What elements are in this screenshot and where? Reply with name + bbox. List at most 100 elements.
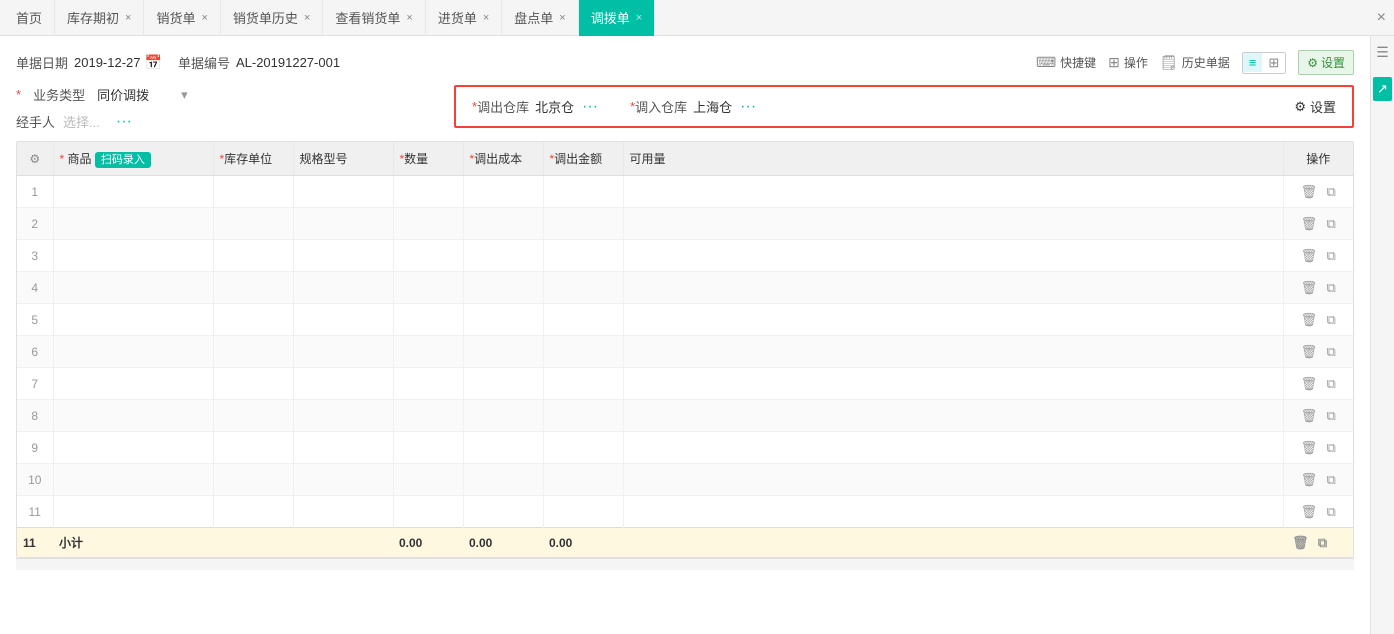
row-amount-8[interactable] <box>543 400 623 432</box>
delete-icon-8[interactable]: 🗑 <box>1301 408 1318 423</box>
row-spec-5[interactable] <box>293 304 393 336</box>
window-close-icon[interactable]: × <box>1377 9 1386 27</box>
footer-delete-icon[interactable]: 🗑 <box>1292 535 1309 550</box>
operation-btn[interactable]: ⊞ 操作 <box>1108 54 1148 71</box>
row-amount-6[interactable] <box>543 336 623 368</box>
settings-button[interactable]: ⚙ 设置 <box>1298 50 1354 75</box>
tab-view-sales-close[interactable]: × <box>406 12 412 24</box>
row-cost-11[interactable] <box>463 496 543 528</box>
delete-icon-3[interactable]: 🗑 <box>1301 248 1318 263</box>
delete-icon-2[interactable]: 🗑 <box>1301 216 1318 231</box>
row-qty-8[interactable] <box>393 400 463 432</box>
tab-purchase[interactable]: 进货单 × <box>426 0 502 36</box>
row-spec-8[interactable] <box>293 400 393 432</box>
row-cost-7[interactable] <box>463 368 543 400</box>
row-qty-10[interactable] <box>393 464 463 496</box>
copy-icon-8[interactable]: ⧉ <box>1327 408 1336 423</box>
copy-icon-6[interactable]: ⧉ <box>1327 344 1336 359</box>
side-list-icon[interactable]: ☰ <box>1376 44 1389 61</box>
row-amount-9[interactable] <box>543 432 623 464</box>
copy-icon-4[interactable]: ⧉ <box>1327 280 1336 295</box>
row-amount-11[interactable] <box>543 496 623 528</box>
row-unit-8[interactable] <box>213 400 293 432</box>
row-spec-6[interactable] <box>293 336 393 368</box>
scan-btn[interactable]: 扫码录入 <box>95 152 151 168</box>
tab-sales-history[interactable]: 销货单历史 × <box>221 0 323 36</box>
delete-icon-11[interactable]: 🗑 <box>1301 504 1318 519</box>
person-more-btn[interactable]: ··· <box>116 113 132 131</box>
row-spec-3[interactable] <box>293 240 393 272</box>
row-qty-3[interactable] <box>393 240 463 272</box>
row-cost-4[interactable] <box>463 272 543 304</box>
delete-icon-9[interactable]: 🗑 <box>1301 440 1318 455</box>
row-amount-1[interactable] <box>543 176 623 208</box>
row-product-7[interactable] <box>53 368 213 400</box>
delete-icon-7[interactable]: 🗑 <box>1301 376 1318 391</box>
row-product-2[interactable] <box>53 208 213 240</box>
row-product-10[interactable] <box>53 464 213 496</box>
row-qty-1[interactable] <box>393 176 463 208</box>
tab-inventory-init[interactable]: 库存期初 × <box>55 0 144 36</box>
calendar-icon[interactable]: 📅 <box>145 54 162 71</box>
row-unit-2[interactable] <box>213 208 293 240</box>
tab-stocktake[interactable]: 盘点单 × <box>502 0 578 36</box>
tab-purchase-close[interactable]: × <box>483 12 489 24</box>
side-export-icon[interactable]: ↗ <box>1373 77 1392 101</box>
row-cost-2[interactable] <box>463 208 543 240</box>
delete-icon-1[interactable]: 🗑 <box>1301 184 1318 199</box>
row-unit-4[interactable] <box>213 272 293 304</box>
row-qty-9[interactable] <box>393 432 463 464</box>
row-cost-9[interactable] <box>463 432 543 464</box>
tab-sales-order[interactable]: 销货单 × <box>144 0 220 36</box>
row-spec-9[interactable] <box>293 432 393 464</box>
row-qty-11[interactable] <box>393 496 463 528</box>
row-amount-10[interactable] <box>543 464 623 496</box>
row-amount-4[interactable] <box>543 272 623 304</box>
row-amount-7[interactable] <box>543 368 623 400</box>
row-unit-1[interactable] <box>213 176 293 208</box>
row-product-1[interactable] <box>53 176 213 208</box>
col-settings-header[interactable]: ⚙ <box>17 142 53 176</box>
delete-icon-6[interactable]: 🗑 <box>1301 344 1318 359</box>
grid-toggle-list[interactable]: ≡ <box>1243 53 1263 72</box>
biz-type-select[interactable]: 同价调拨 ▾ <box>97 85 188 104</box>
row-qty-7[interactable] <box>393 368 463 400</box>
row-cost-1[interactable] <box>463 176 543 208</box>
row-spec-10[interactable] <box>293 464 393 496</box>
row-unit-6[interactable] <box>213 336 293 368</box>
row-unit-5[interactable] <box>213 304 293 336</box>
row-product-5[interactable] <box>53 304 213 336</box>
wh-settings[interactable]: ⚙ 设置 <box>1294 97 1336 116</box>
row-cost-6[interactable] <box>463 336 543 368</box>
row-cost-5[interactable] <box>463 304 543 336</box>
row-unit-3[interactable] <box>213 240 293 272</box>
row-qty-5[interactable] <box>393 304 463 336</box>
row-amount-3[interactable] <box>543 240 623 272</box>
tab-transfer-close[interactable]: × <box>636 12 642 24</box>
tab-transfer[interactable]: 调拨单 × <box>579 0 655 36</box>
row-unit-11[interactable] <box>213 496 293 528</box>
delete-icon-5[interactable]: 🗑 <box>1301 312 1318 327</box>
grid-toggle-grid[interactable]: ⊞ <box>1262 53 1285 73</box>
copy-icon-7[interactable]: ⧉ <box>1327 376 1336 391</box>
tab-inventory-init-close[interactable]: × <box>125 12 131 24</box>
delete-icon-10[interactable]: 🗑 <box>1301 472 1318 487</box>
row-amount-2[interactable] <box>543 208 623 240</box>
delete-icon-4[interactable]: 🗑 <box>1301 280 1318 295</box>
row-product-4[interactable] <box>53 272 213 304</box>
row-amount-5[interactable] <box>543 304 623 336</box>
tab-sales-order-close[interactable]: × <box>201 12 207 24</box>
shortcut-btn[interactable]: ⌨ 快捷键 <box>1036 54 1096 71</box>
wh-in-more-btn[interactable]: ··· <box>740 98 756 116</box>
row-cost-10[interactable] <box>463 464 543 496</box>
row-spec-4[interactable] <box>293 272 393 304</box>
row-product-9[interactable] <box>53 432 213 464</box>
row-product-11[interactable] <box>53 496 213 528</box>
person-select[interactable]: 选择... <box>63 112 100 131</box>
row-unit-9[interactable] <box>213 432 293 464</box>
row-product-8[interactable] <box>53 400 213 432</box>
row-qty-4[interactable] <box>393 272 463 304</box>
row-cost-3[interactable] <box>463 240 543 272</box>
row-cost-8[interactable] <box>463 400 543 432</box>
history-btn[interactable]: 🗒 历史单据 <box>1160 54 1230 71</box>
